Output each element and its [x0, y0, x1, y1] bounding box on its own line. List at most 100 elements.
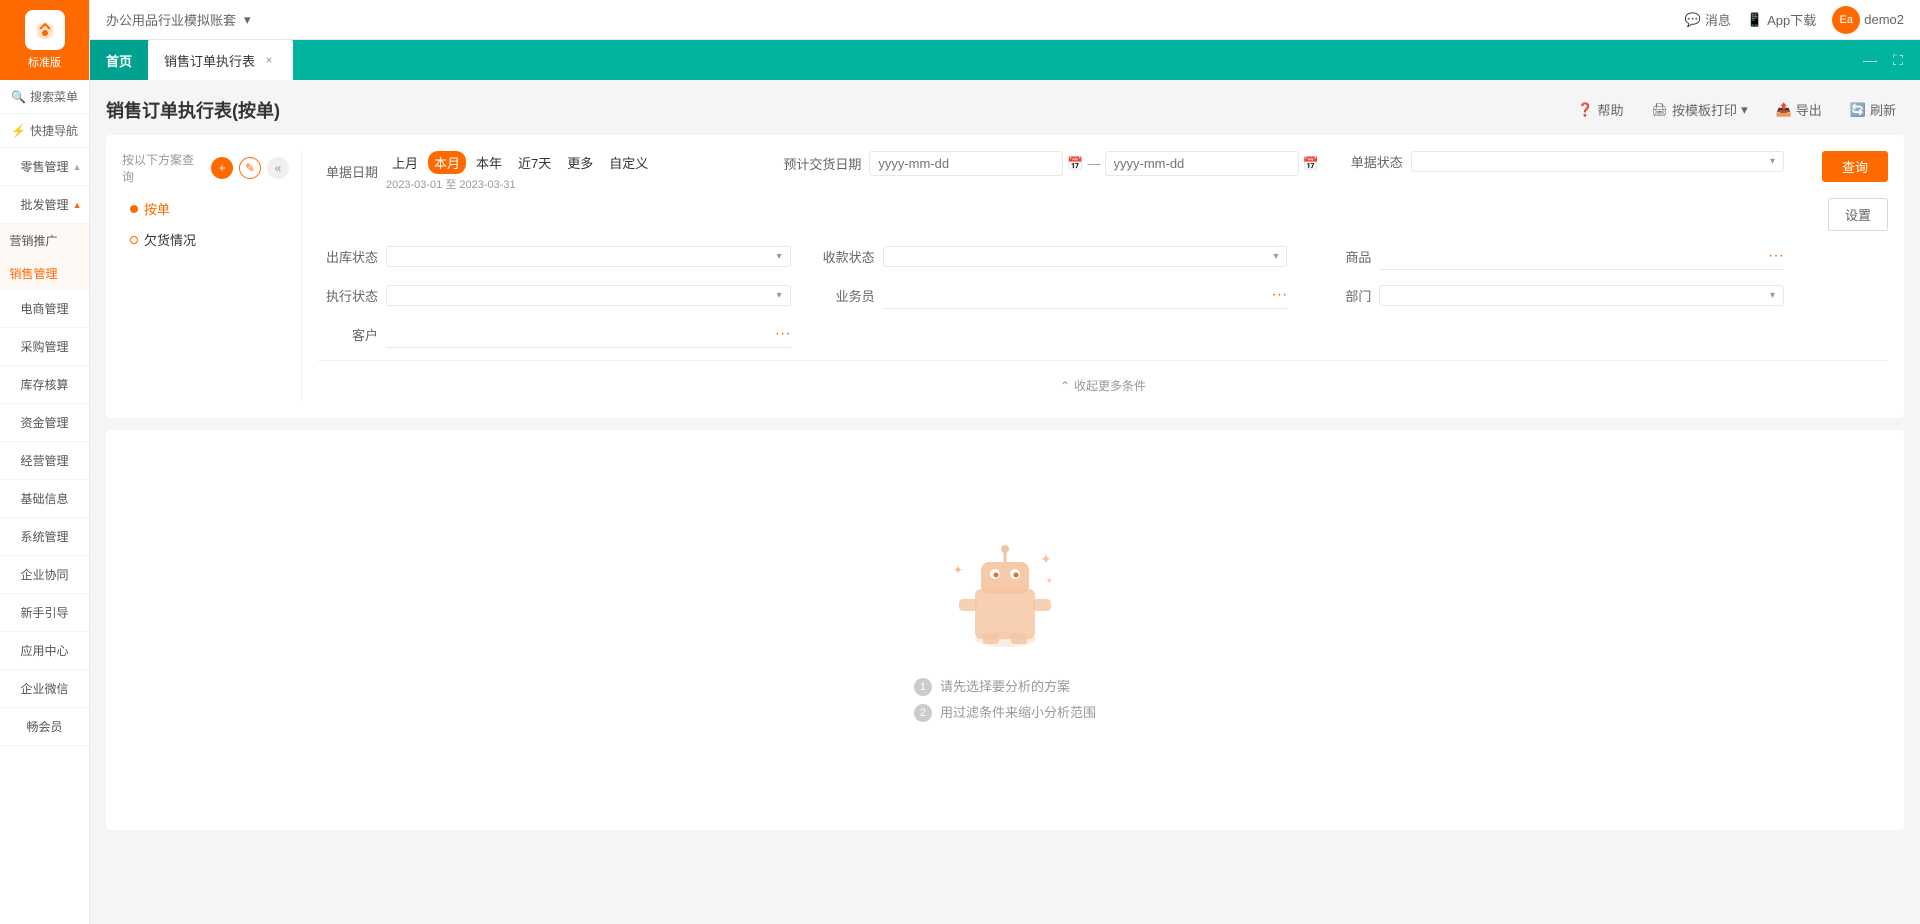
filter-item-by-order[interactable]: 按单 [122, 193, 289, 224]
message-btn[interactable]: 💬 消息 [1685, 10, 1731, 29]
filter-row-3: 执行状态 ▾ 业务员 ··· [318, 282, 1888, 309]
filter-sidebar-actions: + ✎ « [211, 157, 289, 179]
date-tab-more[interactable]: 更多 [561, 151, 599, 174]
filter-item-shortage[interactable]: 欠货情况 [122, 224, 289, 255]
apps-label: 应用中心 [20, 642, 68, 659]
filter-out-status-item: 出库状态 ▾ [318, 246, 791, 267]
app-download-icon: 📱 [1747, 12, 1763, 28]
filter-main: 单据日期 上月 本月 本年 近7天 更多 自定义 20 [302, 151, 1888, 402]
dept-select[interactable]: ▾ [1379, 285, 1784, 306]
collapse-btn[interactable]: ⌃ 收起更多条件 [318, 369, 1888, 402]
sidebar-item-newbie[interactable]: 新手引导 [0, 594, 90, 632]
date-label: 单据日期 [318, 162, 378, 181]
tab-sales-exec-label: 销售订单执行表 [164, 51, 255, 70]
out-status-chevron: ▾ [777, 251, 782, 262]
date-tab-this-month[interactable]: 本月 [428, 151, 466, 174]
search-icon: 🔍 [11, 90, 26, 104]
tab-minimize-btn[interactable]: — [1860, 50, 1880, 70]
out-status-select[interactable]: ▾ [386, 246, 791, 267]
filter-panel: 按以下方案查询 + ✎ « 按单 欠货情况 [106, 135, 1904, 418]
dot-icon-active [130, 205, 138, 213]
page-title: 销售订单执行表(按单) [106, 97, 280, 123]
sidebar-item-basic[interactable]: 基础信息 [0, 480, 90, 518]
app-download-btn[interactable]: 📱 App下载 [1747, 10, 1816, 29]
data-area: ✦ ✦ ✦ 1 请先选择要分析的方案 2 用过滤条件来缩小分析范围 [106, 430, 1904, 830]
filter-item-shortage-label: 欠货情况 [144, 230, 196, 249]
print-btn[interactable]: 🖨 按模板打印 ▾ [1644, 96, 1756, 123]
collapse-label: 收起更多条件 [1074, 377, 1146, 394]
expected-date-end[interactable] [1105, 151, 1299, 176]
filter-order-status-item: 单据状态 ▾ [1343, 151, 1784, 172]
settings-btn[interactable]: 设置 [1828, 198, 1888, 231]
empty-state-icon: ✦ ✦ ✦ [945, 534, 1065, 654]
sidebar-sub-sales[interactable]: 销售管理 [0, 257, 90, 290]
salesperson-more-btn[interactable]: ··· [1271, 286, 1287, 304]
filter-date-item: 单据日期 上月 本月 本年 近7天 更多 自定义 20 [318, 151, 759, 192]
filter-edit-btn[interactable]: ✎ [239, 157, 261, 179]
search-menu[interactable]: 🔍 搜索菜单 [0, 80, 90, 114]
quick-nav[interactable]: ⚡ 快捷导航 [0, 114, 90, 148]
calendar-icon-end[interactable]: 📅 [1303, 156, 1319, 172]
content-area: 销售订单执行表(按单) ❓ 帮助 🖨 按模板打印 ▾ 📤 导出 🔄 刷新 [90, 80, 1920, 924]
sidebar-item-stock[interactable]: 库存核算 [0, 366, 90, 404]
print-dropdown-icon[interactable]: ▾ [1741, 102, 1748, 118]
filter-container: 按以下方案查询 + ✎ « 按单 欠货情况 [122, 151, 1888, 402]
date-tab-last-month[interactable]: 上月 [386, 151, 424, 174]
tip-text-2: 用过滤条件来缩小分析范围 [940, 700, 1096, 726]
customer-more-btn[interactable]: ··· [775, 325, 791, 343]
sidebar-item-member[interactable]: 畅会员 [0, 708, 90, 746]
tab-home[interactable]: 首页 [90, 40, 148, 80]
sidebar-item-operations[interactable]: 经营管理 [0, 442, 90, 480]
refresh-label: 刷新 [1870, 100, 1896, 119]
help-btn[interactable]: ❓ 帮助 [1569, 96, 1631, 123]
sidebar-item-finance[interactable]: 资金管理 [0, 404, 90, 442]
sidebar-sub-marketing[interactable]: 营销推广 [0, 224, 90, 257]
wechat-label: 企业微信 [20, 680, 68, 697]
tip-num-1: 1 [914, 678, 932, 696]
sidebar-item-apps[interactable]: 应用中心 [0, 632, 90, 670]
refresh-btn[interactable]: 🔄 刷新 [1842, 96, 1904, 123]
date-tab-this-year[interactable]: 本年 [470, 151, 508, 174]
export-btn[interactable]: 📤 导出 [1768, 96, 1830, 123]
tab-sales-exec[interactable]: 销售订单执行表 × [148, 40, 293, 80]
tabbar-actions: — ⛶ [1860, 50, 1908, 70]
dot-icon-outline [130, 236, 138, 244]
svg-text:✦: ✦ [1040, 551, 1052, 567]
export-icon: 📤 [1776, 102, 1792, 118]
calendar-icon-start[interactable]: 📅 [1067, 156, 1083, 172]
date-tab-7days[interactable]: 近7天 [512, 151, 557, 174]
tab-maximize-btn[interactable]: ⛶ [1888, 50, 1908, 70]
tabbar: 首页 销售订单执行表 × — ⛶ [90, 40, 1920, 80]
help-label: 帮助 [1598, 100, 1624, 119]
sidebar-item-enterprise[interactable]: 企业协同 [0, 556, 90, 594]
tab-home-label: 首页 [106, 51, 132, 70]
query-btn[interactable]: 查询 [1822, 151, 1888, 182]
sidebar-item-wechat[interactable]: 企业微信 [0, 670, 90, 708]
expected-date-range: 📅 — 📅 [869, 151, 1318, 176]
exec-status-select[interactable]: ▾ [386, 285, 791, 306]
tab-close-btn[interactable]: × [261, 52, 277, 68]
filter-sidebar-title: 按以下方案查询 + ✎ « [122, 151, 289, 185]
sidebar-item-system[interactable]: 系统管理 [0, 518, 90, 556]
sidebar-item-purchase[interactable]: 采购管理 [0, 328, 90, 366]
svg-text:✦: ✦ [953, 563, 963, 577]
sidebar-item-retail[interactable]: 零售管理 [0, 148, 90, 186]
filter-sidebar-title-text: 按以下方案查询 [122, 151, 203, 185]
tip-text-1: 请先选择要分析的方案 [940, 674, 1070, 700]
filter-add-btn[interactable]: + [211, 157, 233, 179]
filter-collapse-btn[interactable]: « [267, 157, 289, 179]
order-status-select[interactable]: ▾ [1411, 151, 1784, 172]
topbar-dropdown-icon[interactable]: ▾ [244, 12, 251, 28]
date-tab-custom[interactable]: 自定义 [603, 151, 654, 174]
collect-status-label: 收款状态 [815, 247, 875, 266]
sidebar-item-ecommerce[interactable]: 电商管理 [0, 290, 90, 328]
member-label: 畅会员 [26, 718, 62, 735]
user-menu[interactable]: Ea demo2 [1832, 6, 1904, 34]
collect-status-select[interactable]: ▾ [883, 246, 1288, 267]
marketing-label: 营销推广 [10, 232, 58, 249]
goods-more-btn[interactable]: ··· [1768, 247, 1784, 265]
sidebar-item-wholesale[interactable]: 批发管理 [0, 186, 90, 224]
expected-date-start[interactable] [869, 151, 1063, 176]
app-download-label: App下载 [1767, 10, 1816, 29]
empty-state-tips: 1 请先选择要分析的方案 2 用过滤条件来缩小分析范围 [914, 674, 1096, 726]
